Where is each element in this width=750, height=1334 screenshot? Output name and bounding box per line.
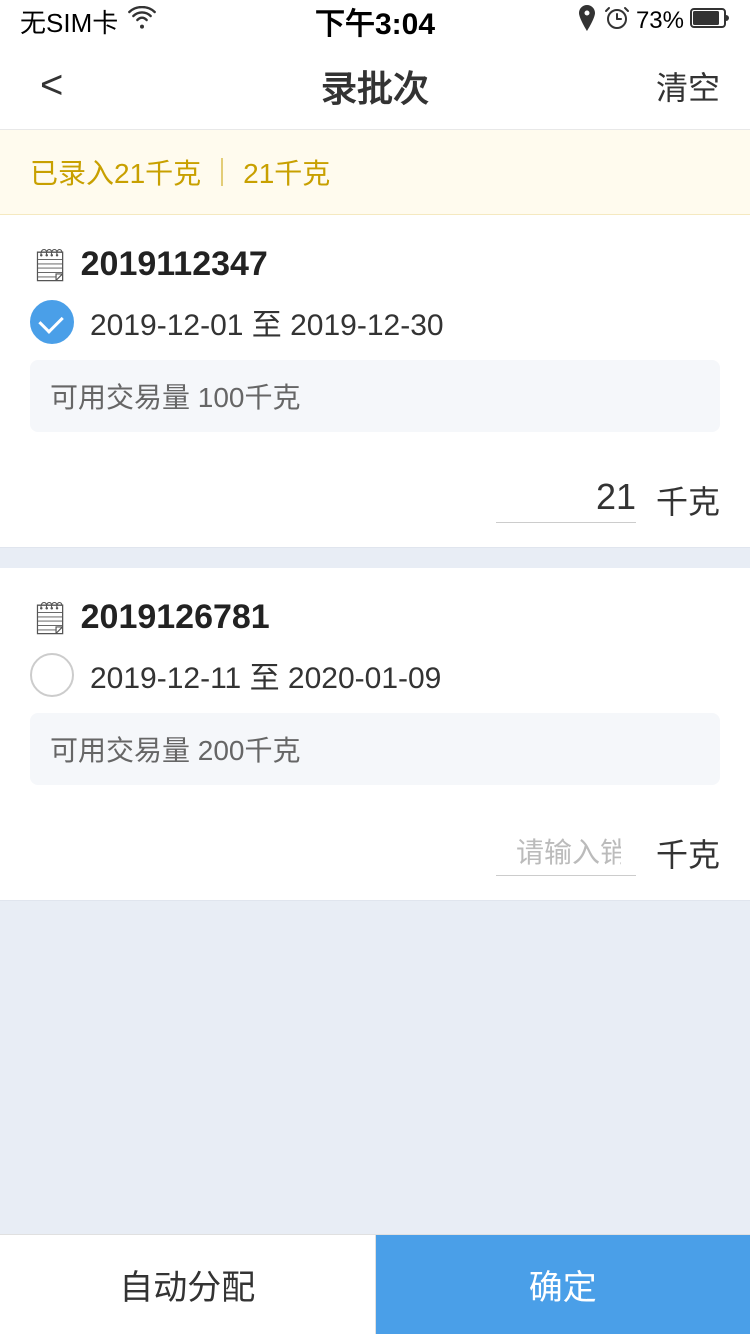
batch2-unit: 千克: [656, 830, 720, 876]
batch1-date: 2019-12-01 至 2019-12-30: [90, 300, 444, 344]
batch2-available: 可用交易量 200千克: [30, 713, 720, 785]
batch1-available: 可用交易量 100千克: [30, 360, 720, 432]
confirm-button[interactable]: 确定: [376, 1235, 750, 1334]
battery-text: 73%: [636, 7, 684, 35]
batch2-quantity-input[interactable]: [516, 829, 636, 871]
alarm-icon: [604, 4, 630, 39]
info-divider: [221, 158, 223, 186]
batch1-radio[interactable]: [30, 300, 74, 344]
status-left: 无SIM卡: [20, 3, 158, 40]
bottom-area: [0, 901, 750, 1281]
batch1-unit: 千克: [656, 477, 720, 523]
status-bar: 无SIM卡 下午3:04 73%: [0, 0, 750, 42]
sim-text: 无SIM卡: [20, 3, 118, 40]
status-right: 73%: [576, 4, 730, 39]
batch2-radio[interactable]: [30, 653, 74, 697]
batch1-card: 🗒 2019112347 2019-12-01 至 2019-12-30 可用交…: [0, 215, 750, 452]
nav-bar: < 录批次 清空: [0, 42, 750, 130]
page-title: 录批次: [321, 60, 429, 112]
batch1-quantity-row: 21 千克: [0, 452, 750, 548]
status-time: 下午3:04: [315, 0, 435, 43]
batch1-date-row[interactable]: 2019-12-01 至 2019-12-30: [30, 300, 720, 344]
info-label: 已录入21千克: [30, 152, 201, 192]
batch1-quantity-underline: 21: [496, 476, 636, 523]
batch2-quantity-row[interactable]: 千克: [0, 805, 750, 901]
batch1-icon: 🗒: [30, 246, 71, 284]
batch1-header: 🗒 2019112347: [30, 245, 720, 284]
wifi-icon: [126, 6, 158, 37]
battery-icon: [690, 7, 730, 36]
auto-distribute-button[interactable]: 自动分配: [0, 1235, 376, 1334]
batch2-number: 2019126781: [81, 598, 270, 637]
batch2-date-row[interactable]: 2019-12-11 至 2020-01-09: [30, 653, 720, 697]
clear-button[interactable]: 清空: [656, 63, 720, 109]
batch2-header: 🗒 2019126781: [30, 598, 720, 637]
info-banner: 已录入21千克 21千克: [0, 130, 750, 215]
location-icon: [576, 4, 598, 39]
section-divider: [0, 548, 750, 568]
back-button[interactable]: <: [30, 53, 73, 118]
info-value: 21千克: [243, 152, 330, 192]
batch2-date: 2019-12-11 至 2020-01-09: [90, 653, 441, 697]
batch1-number: 2019112347: [81, 245, 268, 284]
bottom-bar: 自动分配 确定: [0, 1234, 750, 1334]
batch1-quantity-value: 21: [596, 476, 636, 517]
batch2-icon: 🗒: [30, 599, 71, 637]
batch2-card: 🗒 2019126781 2019-12-11 至 2020-01-09 可用交…: [0, 568, 750, 805]
batch2-quantity-underline: [496, 829, 636, 876]
